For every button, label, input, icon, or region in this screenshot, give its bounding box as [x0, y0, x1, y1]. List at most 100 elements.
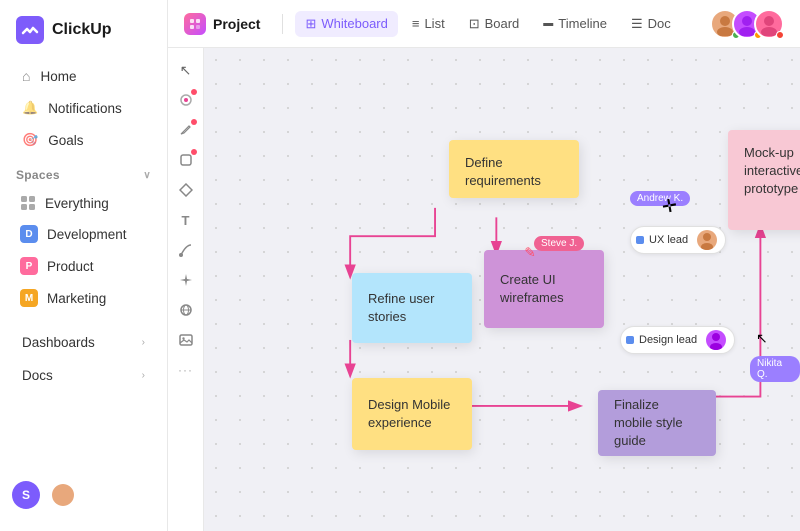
header: Project ⊞ Whiteboard ≡ List ⊡ Board ▬ Ti… [168, 0, 800, 48]
tab-doc[interactable]: ☰ Doc [621, 11, 681, 37]
role-label: Design lead [639, 334, 697, 346]
tool-image[interactable] [172, 326, 200, 354]
sidebar-item-label: Home [40, 69, 76, 84]
sticky-create-ui-wireframes[interactable]: Create UI wireframes [484, 250, 604, 328]
tool-diamond[interactable] [172, 176, 200, 204]
sidebar-item-marketing[interactable]: M Marketing [6, 283, 161, 313]
project-icon [184, 13, 206, 35]
dashboards-label: Dashboards [22, 335, 95, 350]
app-name: ClickUp [52, 21, 112, 39]
doc-icon: ☰ [631, 16, 643, 32]
goals-icon: 🎯 [22, 132, 38, 148]
chevron-right-icon: › [142, 370, 145, 381]
pill-design-lead: Design lead [620, 326, 735, 354]
tab-board[interactable]: ⊡ Board [459, 11, 530, 37]
tool-globe[interactable] [172, 296, 200, 324]
everything-label: Everything [45, 196, 109, 211]
sidebar-item-development[interactable]: D Development [6, 219, 161, 249]
sidebar-item-label: Goals [48, 133, 83, 148]
project-header: Project [184, 13, 260, 35]
role-dot [636, 236, 644, 244]
sidebar-item-docs[interactable]: Docs › [6, 360, 161, 391]
tool-colorpicker[interactable] [172, 86, 200, 114]
card-text: Mock-up interactive prototype [744, 145, 800, 196]
sticky-text: Finalize mobile style guide [614, 396, 700, 451]
tab-label: Board [485, 16, 520, 31]
card-mockup[interactable]: Mock-up interactive prototype [728, 130, 800, 230]
home-icon: ⌂ [22, 68, 30, 84]
sidebar-item-home[interactable]: ⌂ Home [6, 61, 161, 91]
tab-whiteboard[interactable]: ⊞ Whiteboard [295, 11, 397, 37]
avatar-status-dot [776, 31, 784, 39]
marketing-icon: M [20, 289, 38, 307]
main-content: Project ⊞ Whiteboard ≡ List ⊡ Board ▬ Ti… [168, 0, 800, 531]
chevron-right-icon: › [142, 337, 145, 348]
role-label: UX lead [649, 234, 688, 246]
tool-square[interactable] [172, 146, 200, 174]
sticky-text: Define requirements [465, 155, 541, 188]
tab-label: Timeline [558, 16, 607, 31]
tool-dot [191, 89, 197, 95]
spaces-section: Spaces ∨ [0, 156, 167, 188]
sidebar-item-notifications[interactable]: 🔔 Notifications [6, 93, 161, 123]
tool-dot [191, 119, 197, 125]
vertical-toolbar: ↖ T [168, 48, 204, 531]
tab-list[interactable]: ≡ List [402, 11, 455, 36]
sidebar: ClickUp ⌂ Home 🔔 Notifications 🎯 Goals S… [0, 0, 168, 531]
user-label-steve: Steve J. [534, 236, 584, 251]
timeline-icon: ▬ [543, 18, 553, 29]
list-icon: ≡ [412, 16, 420, 31]
header-avatars [710, 9, 784, 39]
pill-avatar [706, 330, 726, 350]
user-avatar[interactable]: S [12, 481, 40, 509]
sidebar-item-everything[interactable]: Everything [6, 189, 161, 217]
sidebar-item-goals[interactable]: 🎯 Goals [6, 125, 161, 155]
pill-ux-lead: UX lead [630, 226, 726, 254]
board-icon: ⊡ [469, 16, 480, 32]
project-title: Project [213, 16, 260, 32]
everything-grid-icon [20, 195, 36, 211]
chevron-icon: ∨ [143, 170, 151, 181]
tool-dot [191, 149, 197, 155]
pill-avatar [697, 230, 717, 250]
product-icon: P [20, 257, 38, 275]
whiteboard-icon: ⊞ [305, 16, 316, 32]
development-label: Development [47, 227, 127, 242]
sticky-finalize-mobile[interactable]: Finalize mobile style guide [598, 390, 716, 456]
tab-label: Doc [648, 16, 671, 31]
tool-sparkle[interactable] [172, 266, 200, 294]
tab-label: Whiteboard [321, 16, 387, 31]
docs-label: Docs [22, 368, 53, 383]
sidebar-item-dashboards[interactable]: Dashboards › [6, 327, 161, 358]
marketing-label: Marketing [47, 291, 106, 306]
sticky-text: Refine user stories [368, 290, 456, 326]
bell-icon: 🔔 [22, 100, 38, 116]
development-icon: D [20, 225, 38, 243]
logo: ClickUp [0, 12, 167, 60]
cursor-arrow-icon: ↖ [756, 330, 768, 347]
role-dot [626, 336, 634, 344]
sticky-text: Design Mobile experience [368, 396, 456, 432]
tool-text[interactable]: T [172, 206, 200, 234]
tab-label: List [424, 16, 444, 31]
sticky-design-mobile[interactable]: Design Mobile experience [352, 378, 472, 450]
tool-more[interactable]: ··· [172, 356, 200, 384]
tab-timeline[interactable]: ▬ Timeline [533, 11, 617, 36]
whiteboard-canvas[interactable]: Define requirements Refine user stories … [204, 48, 800, 531]
product-label: Product [47, 259, 94, 274]
sticky-refine-user-stories[interactable]: Refine user stories [352, 273, 472, 343]
clickup-logo-icon [16, 16, 44, 44]
sidebar-item-label: Notifications [48, 101, 122, 116]
sidebar-footer: S [0, 471, 167, 519]
user-label-andrew: Andrew K. [630, 191, 690, 206]
sidebar-item-product[interactable]: P Product [6, 251, 161, 281]
tool-connector[interactable] [172, 236, 200, 264]
tool-pencil[interactable] [172, 116, 200, 144]
header-divider [282, 14, 283, 34]
whiteboard-area: ↖ T [168, 48, 800, 531]
sticky-text: Create UI wireframes [500, 271, 588, 307]
team-avatar [52, 484, 74, 506]
sticky-define-requirements[interactable]: Define requirements [449, 140, 579, 198]
tool-cursor[interactable]: ↖ [172, 56, 200, 84]
user-label-nikita: Nikita Q. [750, 356, 800, 382]
